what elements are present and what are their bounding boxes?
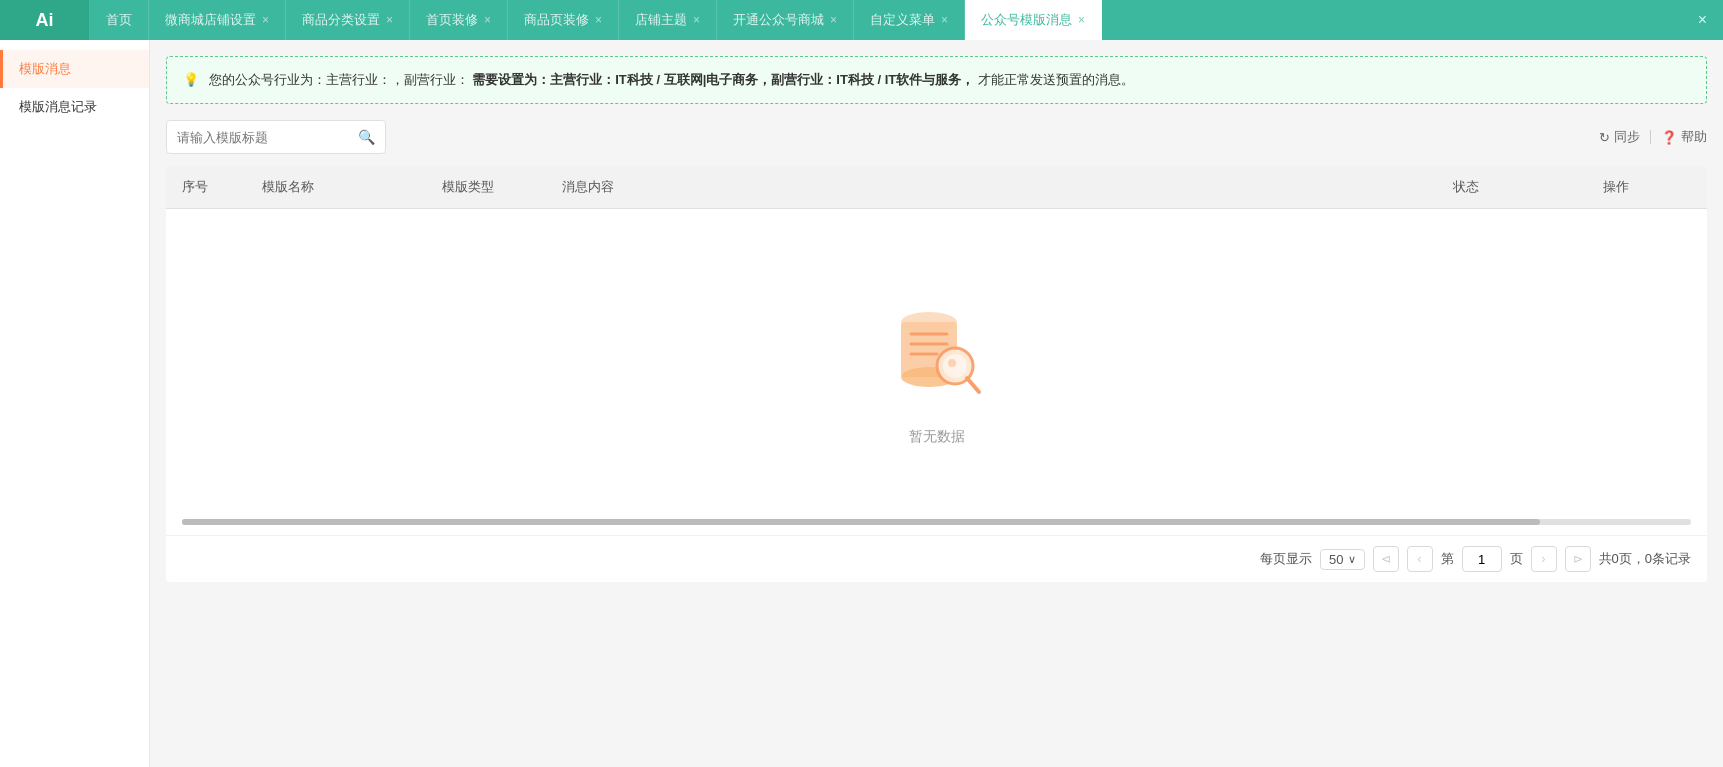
col-content: 消息内容 xyxy=(546,166,1437,208)
tab-label: 公众号模版消息 xyxy=(981,11,1072,29)
tab-label: 店铺主题 xyxy=(635,11,687,29)
toolbar-right: ↻ 同步 ❓ 帮助 xyxy=(1599,128,1707,146)
tab-close-shop-settings[interactable]: × xyxy=(262,14,269,26)
empty-text: 暂无数据 xyxy=(909,428,965,446)
tab-close-template-msg[interactable]: × xyxy=(1078,14,1085,26)
page-word: 第 xyxy=(1441,550,1454,568)
empty-state: 暂无数据 xyxy=(857,272,1017,466)
tab-template-msg[interactable]: 公众号模版消息 × xyxy=(965,0,1102,40)
table-header: 序号 模版名称 模版类型 消息内容 状态 操作 xyxy=(166,166,1707,209)
toolbar-divider xyxy=(1650,130,1651,144)
page-size-label: 每页显示 xyxy=(1260,550,1312,568)
tabs-container: 首页微商城店铺设置×商品分类设置×首页装修×商品页装修×店铺主题×开通公众号商城… xyxy=(90,0,1682,40)
first-page-button[interactable]: ⊲ xyxy=(1373,546,1399,572)
tab-bar: Ai 首页微商城店铺设置×商品分类设置×首页装修×商品页装修×店铺主题×开通公众… xyxy=(0,0,1723,40)
pagination: 每页显示 50 ∨ ⊲ ‹ 第 页 › ⊳ 共0页，0条记录 xyxy=(166,535,1707,582)
current-page-input[interactable] xyxy=(1462,546,1502,572)
tab-product-decor[interactable]: 商品页装修 × xyxy=(508,0,619,40)
help-button[interactable]: ❓ 帮助 xyxy=(1661,128,1707,146)
last-page-button[interactable]: ⊳ xyxy=(1565,546,1591,572)
scrollbar-thumb[interactable] xyxy=(182,519,1540,525)
scrollbar-area[interactable] xyxy=(166,509,1707,535)
help-icon: ❓ xyxy=(1661,130,1677,145)
tab-close-open-mall[interactable]: × xyxy=(830,14,837,26)
tab-close-shop-theme[interactable]: × xyxy=(693,14,700,26)
svg-line-8 xyxy=(967,378,979,392)
notice-highlight: 需要设置为：主营行业：IT科技 / 互联网|电子商务，副营行业：IT科技 / I… xyxy=(472,72,974,87)
tab-close-product-decor[interactable]: × xyxy=(595,14,602,26)
search-input[interactable] xyxy=(177,130,354,145)
sync-icon: ↻ xyxy=(1599,130,1610,145)
sidebar-container: 模版消息模版消息记录 xyxy=(0,50,149,126)
sync-label: 同步 xyxy=(1614,128,1640,146)
tab-category-settings[interactable]: 商品分类设置 × xyxy=(286,0,410,40)
tab-label: 商品分类设置 xyxy=(302,11,380,29)
tab-logo[interactable]: Ai xyxy=(0,0,90,40)
page-suffix: 页 xyxy=(1510,550,1523,568)
search-icon[interactable]: 🔍 xyxy=(358,129,375,145)
tab-home-decor[interactable]: 首页装修 × xyxy=(410,0,508,40)
tab-label: 商品页装修 xyxy=(524,11,589,29)
total-info: 共0页，0条记录 xyxy=(1599,550,1691,568)
search-input-wrap[interactable]: 🔍 xyxy=(166,120,386,154)
svg-point-9 xyxy=(948,359,956,367)
page-size-value: 50 xyxy=(1329,552,1343,567)
page-size-select[interactable]: 50 ∨ xyxy=(1320,549,1364,570)
close-all-button[interactable]: × xyxy=(1682,0,1723,40)
notice-icon: 💡 xyxy=(183,72,199,87)
col-type: 模版类型 xyxy=(426,166,546,208)
sidebar-item-template-msg-log[interactable]: 模版消息记录 xyxy=(0,88,149,126)
tab-label: 首页 xyxy=(106,11,132,29)
page-size-arrow: ∨ xyxy=(1348,553,1356,566)
col-name: 模版名称 xyxy=(246,166,426,208)
tab-label: 首页装修 xyxy=(426,11,478,29)
prev-page-button[interactable]: ‹ xyxy=(1407,546,1433,572)
sync-button[interactable]: ↻ 同步 xyxy=(1599,128,1640,146)
tab-label: 微商城店铺设置 xyxy=(165,11,256,29)
tab-shop-theme[interactable]: 店铺主题 × xyxy=(619,0,717,40)
tab-close-category-settings[interactable]: × xyxy=(386,14,393,26)
col-seq: 序号 xyxy=(166,166,246,208)
col-action: 操作 xyxy=(1587,166,1707,208)
main-layout: 模版消息模版消息记录 💡 您的公众号行业为：主营行业：，副营行业： 需要设置为：… xyxy=(0,40,1723,767)
notice-box: 💡 您的公众号行业为：主营行业：，副营行业： 需要设置为：主营行业：IT科技 /… xyxy=(166,56,1707,104)
tab-shop-settings[interactable]: 微商城店铺设置 × xyxy=(149,0,286,40)
tab-open-mall[interactable]: 开通公众号商城 × xyxy=(717,0,854,40)
table-body: 暂无数据 xyxy=(166,209,1707,509)
sidebar-item-template-msg[interactable]: 模版消息 xyxy=(0,50,149,88)
notice-suffix: 才能正常发送预置的消息。 xyxy=(978,72,1134,87)
col-status: 状态 xyxy=(1437,166,1587,208)
tab-label: 开通公众号商城 xyxy=(733,11,824,29)
svg-point-7 xyxy=(943,354,967,378)
tab-custom-menu[interactable]: 自定义菜单 × xyxy=(854,0,965,40)
scrollbar-track[interactable] xyxy=(182,519,1691,525)
tab-close-custom-menu[interactable]: × xyxy=(941,14,948,26)
content-area: 💡 您的公众号行业为：主营行业：，副营行业： 需要设置为：主营行业：IT科技 /… xyxy=(150,40,1723,767)
help-label: 帮助 xyxy=(1681,128,1707,146)
data-table: 序号 模版名称 模版类型 消息内容 状态 操作 xyxy=(166,166,1707,582)
notice-prefix: 您的公众号行业为：主营行业：，副营行业： xyxy=(209,72,469,87)
search-bar: 🔍 ↻ 同步 ❓ 帮助 xyxy=(166,120,1707,154)
empty-illustration xyxy=(877,292,997,412)
logo-text: Ai xyxy=(36,10,54,31)
tab-home[interactable]: 首页 xyxy=(90,0,149,40)
next-page-button[interactable]: › xyxy=(1531,546,1557,572)
tab-label: 自定义菜单 xyxy=(870,11,935,29)
sidebar: 模版消息模版消息记录 xyxy=(0,40,150,767)
tab-close-home-decor[interactable]: × xyxy=(484,14,491,26)
